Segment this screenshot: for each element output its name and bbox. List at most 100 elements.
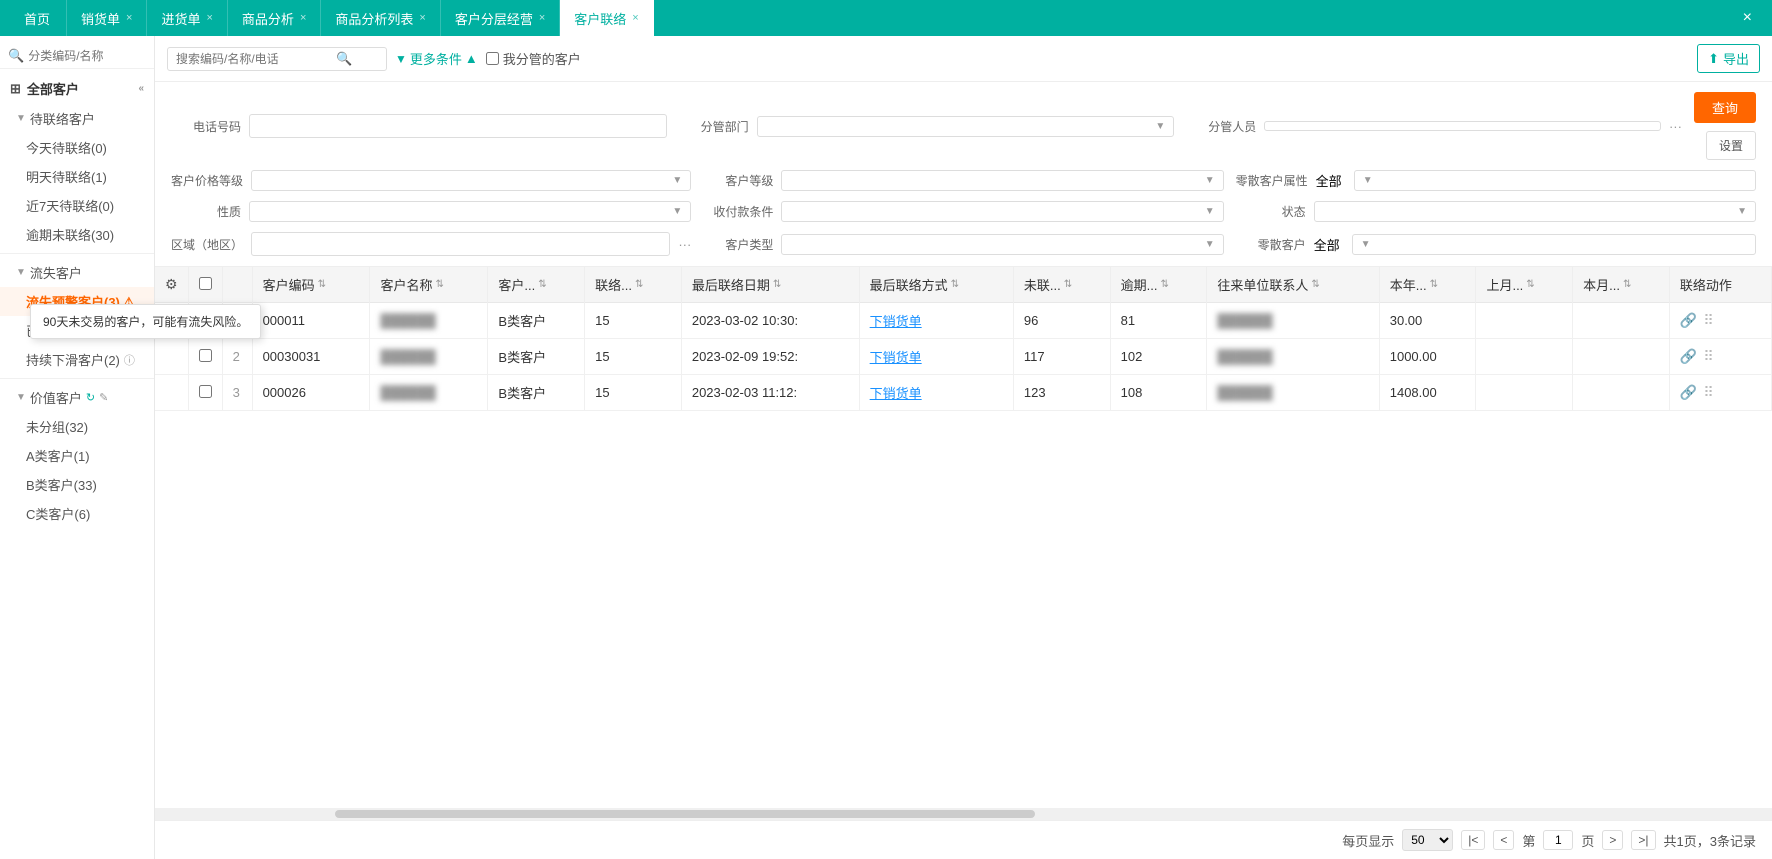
col-overdue[interactable]: 逾期... ⇅ [1110, 267, 1207, 303]
next-page-btn[interactable]: > [1602, 830, 1623, 850]
sidebar-item-declining[interactable]: 持续下滑客户(2) ⓘ [0, 345, 154, 374]
col-contact[interactable]: 联络... ⇅ [585, 267, 682, 303]
action-link-icon-0[interactable]: 🔗 [1680, 312, 1697, 329]
search-icon-btn[interactable]: 🔍 [336, 51, 352, 67]
last-page-btn[interactable]: >| [1631, 830, 1655, 850]
content-area: 🔍 ▼ 更多条件 ▲ 我分管的客户 ⬆ 导出 电话号码 [155, 36, 1772, 859]
col-code[interactable]: 客户编码 ⇅ [252, 267, 370, 303]
tab-home[interactable]: 首页 [8, 0, 67, 36]
filter-status-select[interactable]: ▼ [1314, 201, 1756, 222]
col-last-month[interactable]: 上月... ⇅ [1476, 267, 1573, 303]
tab-analysis-list-close[interactable]: × [419, 12, 425, 24]
sidebar-item-ungrouped[interactable]: 未分组(32) [0, 412, 154, 441]
sort-icon-this-month: ⇅ [1623, 279, 1631, 290]
row-checkbox-2[interactable] [199, 385, 212, 398]
sidebar-item-today[interactable]: 今天待联络(0) [0, 133, 154, 162]
filter-price-level-select[interactable]: ▼ [251, 170, 691, 191]
sidebar-item-tomorrow[interactable]: 明天待联络(1) [0, 162, 154, 191]
tab-purchase[interactable]: 进货单 × [147, 0, 227, 36]
filter-retail-customer-value: 全部 [1314, 235, 1340, 254]
action-menu-icon-1[interactable]: ⠿ [1703, 348, 1713, 365]
sidebar-search-input[interactable] [28, 49, 146, 63]
filter-dept-select[interactable]: ▼ [757, 116, 1175, 137]
col-last-contact-way[interactable]: 最后联络方式 ⇅ [859, 267, 1013, 303]
filter-retail-customer-select[interactable]: ▼ [1352, 234, 1756, 255]
action-menu-icon-2[interactable]: ⠿ [1703, 384, 1713, 401]
filter-region-input[interactable] [251, 232, 670, 256]
col-type[interactable]: 客户... ⇅ [488, 267, 585, 303]
filter-payment-label: 收付款条件 [703, 203, 773, 220]
my-customers-checkbox[interactable] [486, 52, 499, 65]
col-settings[interactable]: ⚙ [155, 267, 188, 303]
filter-gender-select[interactable]: ▼ [249, 201, 691, 222]
cell-last-month-2 [1476, 375, 1573, 411]
filter-panel: 电话号码 分管部门 ▼ 分管人员 ··· [155, 82, 1772, 267]
sidebar-item-type-a[interactable]: A类客户(1) [0, 441, 154, 470]
cell-last-contact-way-1[interactable]: 下销货单 [859, 339, 1013, 375]
col-uncontacted[interactable]: 未联... ⇅ [1013, 267, 1110, 303]
table-row: 2 00030031 ██████ B类客户 15 2023-02-09 19:… [155, 339, 1772, 375]
tab-analysis-list[interactable]: 商品分析列表 × [321, 0, 440, 36]
filter-region-dots[interactable]: ··· [678, 237, 691, 252]
cell-last-contact-way-0[interactable]: 下销货单 [859, 303, 1013, 339]
tab-purchase-close[interactable]: × [206, 12, 212, 24]
col-this-month[interactable]: 本月... ⇅ [1573, 267, 1670, 303]
sidebar-group-lost-header[interactable]: ▼ 流失客户 [0, 258, 154, 287]
my-customers-checkbox-wrap[interactable]: 我分管的客户 [486, 49, 581, 68]
more-conditions-btn[interactable]: ▼ 更多条件 ▲ [395, 49, 478, 68]
refresh-icon[interactable]: ↻ [86, 391, 95, 404]
tab-customer-link[interactable]: 客户联络 × [560, 0, 653, 36]
filter-phone-input[interactable] [249, 114, 667, 138]
scrollbar-thumb[interactable] [335, 810, 1035, 818]
sidebar-item-7days[interactable]: 近7天待联络(0) [0, 191, 154, 220]
action-link-icon-2[interactable]: 🔗 [1680, 384, 1697, 401]
col-name[interactable]: 客户名称 ⇅ [370, 267, 488, 303]
sidebar-collapse-btn[interactable]: « [138, 83, 144, 94]
sidebar-group-value-header[interactable]: ▼ 价值客户 ↻ ✎ [0, 383, 154, 412]
settings-gear-icon[interactable]: ⚙ [165, 276, 178, 292]
tab-customer-tier-close[interactable]: × [539, 12, 545, 24]
cell-code-0: 000011 [252, 303, 370, 339]
sidebar-item-type-c[interactable]: C类客户(6) [0, 499, 154, 528]
sidebar-item-type-b[interactable]: B类客户(33) [0, 470, 154, 499]
col-this-year[interactable]: 本年... ⇅ [1379, 267, 1476, 303]
filter-retail-attr-select[interactable]: ▼ [1354, 170, 1756, 191]
row-checkbox-1[interactable] [199, 349, 212, 362]
chevron-down-icon-3: ▼ [1205, 175, 1215, 186]
per-page-select[interactable]: 50 100 200 [1402, 829, 1453, 851]
first-page-btn[interactable]: |< [1461, 830, 1485, 850]
export-button[interactable]: ⬆ 导出 [1697, 44, 1760, 73]
prev-page-btn[interactable]: < [1493, 830, 1514, 850]
tab-analysis-close[interactable]: × [300, 12, 306, 24]
page-number-input[interactable] [1543, 830, 1573, 850]
action-menu-icon-0[interactable]: ⠿ [1703, 312, 1713, 329]
sidebar-group-pending-header[interactable]: ▼ 待联络客户 [0, 104, 154, 133]
select-all-checkbox[interactable] [199, 277, 212, 290]
tab-sales[interactable]: 销货单 × [67, 0, 147, 36]
filter-customer-type-select[interactable]: ▼ [781, 234, 1223, 255]
window-close-button[interactable]: × [1731, 9, 1764, 27]
col-name-label: 客户名称 [380, 275, 432, 294]
tab-customer-tier[interactable]: 客户分层经营 × [441, 0, 560, 36]
tab-sales-close[interactable]: × [126, 12, 132, 24]
cell-last-contact-date-0: 2023-03-02 10:30: [681, 303, 859, 339]
horizontal-scrollbar[interactable] [155, 808, 1772, 820]
filter-customer-level-select[interactable]: ▼ [781, 170, 1223, 191]
action-link-icon-1[interactable]: 🔗 [1680, 348, 1697, 365]
query-button[interactable]: 查询 [1694, 92, 1756, 123]
filter-person-select[interactable] [1264, 121, 1661, 131]
filter-person-dots[interactable]: ··· [1669, 119, 1682, 134]
sidebar-item-overdue[interactable]: 逾期未联络(30) [0, 220, 154, 249]
col-last-contact-date[interactable]: 最后联络日期 ⇅ [681, 267, 859, 303]
settings-button[interactable]: 设置 [1706, 131, 1756, 160]
search-input[interactable] [176, 52, 336, 66]
tab-customer-link-close[interactable]: × [632, 12, 638, 24]
my-customers-label: 我分管的客户 [503, 49, 581, 68]
col-unit-contact[interactable]: 往来单位联系人 ⇅ [1207, 267, 1379, 303]
cell-last-contact-way-2[interactable]: 下销货单 [859, 375, 1013, 411]
sidebar-all-customers[interactable]: ⊞ 全部客户 « [0, 73, 154, 104]
filter-payment-select[interactable]: ▼ [781, 201, 1223, 222]
tab-analysis[interactable]: 商品分析 × [228, 0, 321, 36]
filter-price-level: 客户价格等级 ▼ [171, 170, 691, 191]
edit-icon[interactable]: ✎ [99, 391, 108, 404]
